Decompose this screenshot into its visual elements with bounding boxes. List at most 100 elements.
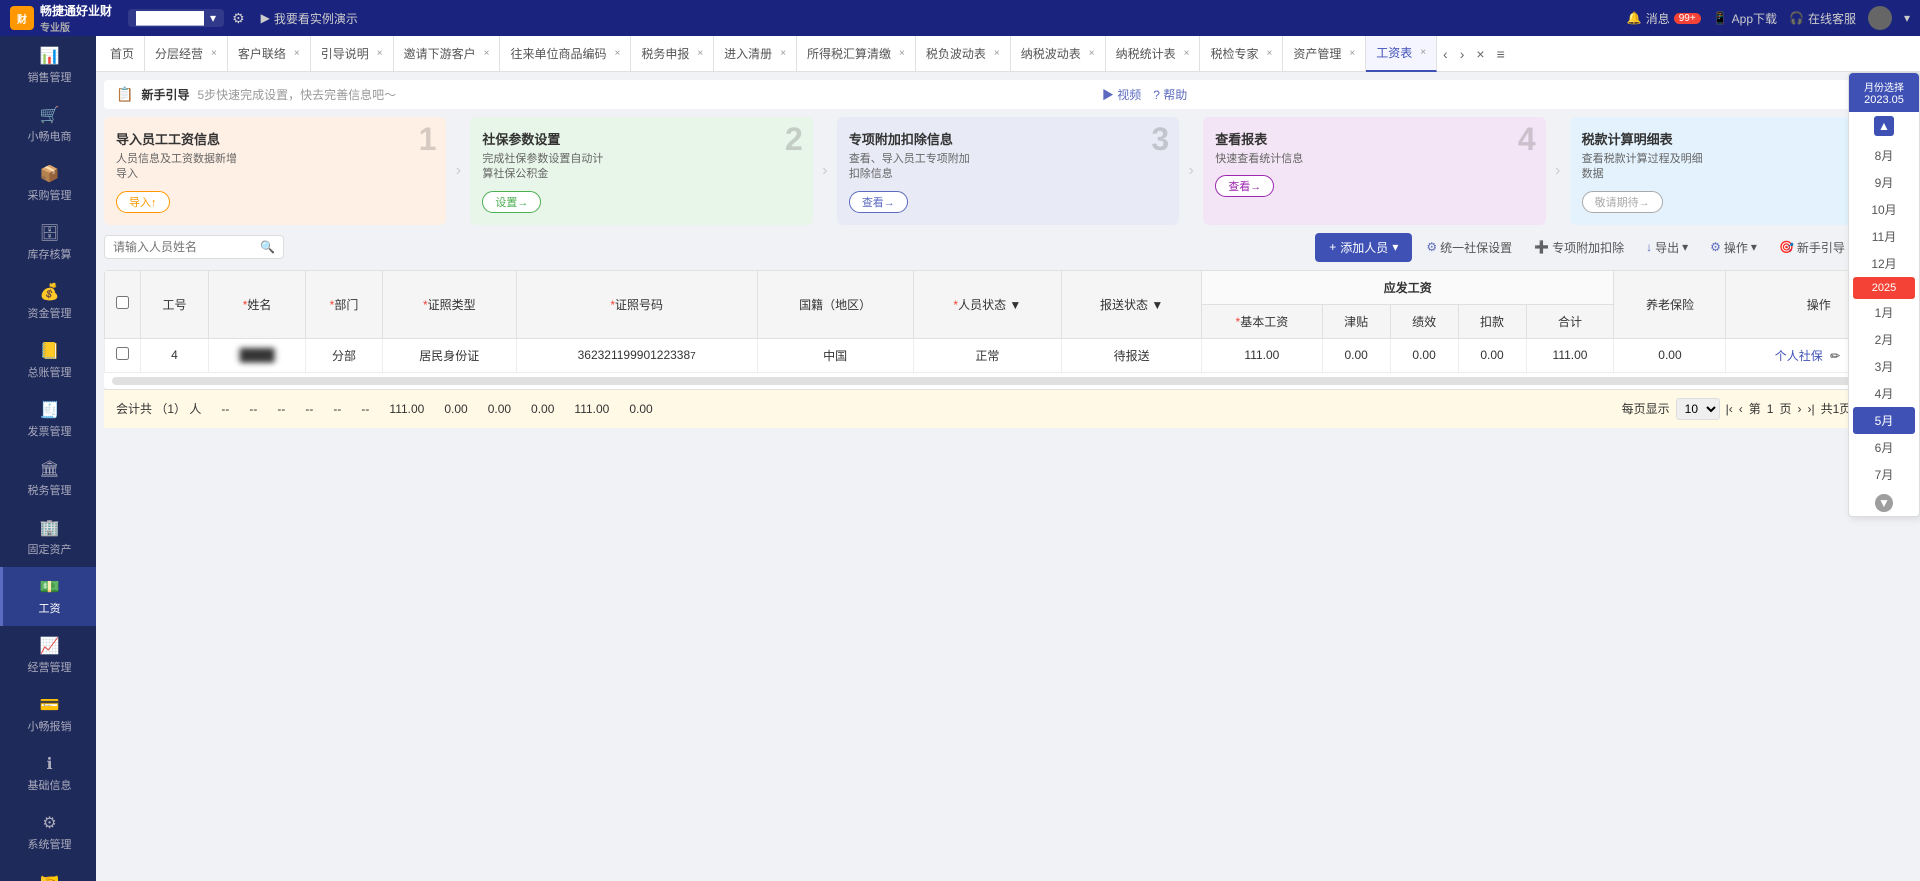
tab-close-tax-burden[interactable]: × xyxy=(994,48,1000,59)
tab-close-layered[interactable]: × xyxy=(211,48,217,59)
tab-payroll[interactable]: 工资表 × xyxy=(1366,36,1437,72)
tab-home[interactable]: 首页 xyxy=(100,36,145,72)
sidebar-item-collab[interactable]: 🤝 企业协同 xyxy=(0,862,96,881)
page-first-button[interactable]: |‹ xyxy=(1726,402,1733,416)
tab-guide-desc[interactable]: 引导说明 × xyxy=(311,36,394,72)
month-item-year-2025[interactable]: 2025 xyxy=(1853,277,1915,299)
tab-tax-stat[interactable]: 纳税统计表 × xyxy=(1106,36,1201,72)
sidebar-item-sales[interactable]: 📊 销售管理 xyxy=(0,36,96,95)
month-nav-down[interactable]: ▼ xyxy=(1875,494,1893,512)
tab-close-tax-expert[interactable]: × xyxy=(1266,48,1272,59)
sidebar-item-ledger[interactable]: 📒 总账管理 xyxy=(0,331,96,390)
add-employee-button[interactable]: + 添加人员 ▾ xyxy=(1315,233,1412,262)
settings-icon[interactable]: ⚙ xyxy=(232,10,245,27)
tab-tax-burden[interactable]: 税负波动表 × xyxy=(916,36,1011,72)
step-btn-1[interactable]: 导入↑ xyxy=(116,191,170,213)
tab-layered[interactable]: 分层经营 × xyxy=(145,36,228,72)
month-item-1[interactable]: 1月 xyxy=(1849,299,1919,326)
month-item-9[interactable]: 9月 xyxy=(1849,169,1919,196)
row-select-checkbox[interactable] xyxy=(116,347,129,360)
online-service-button[interactable]: 🎧 在线客服 xyxy=(1789,10,1856,27)
chevron-down-icon-profile[interactable]: ▾ xyxy=(1904,11,1910,25)
tab-close-all-button[interactable]: × xyxy=(1470,46,1490,62)
tab-close-tax-wave[interactable]: × xyxy=(1089,48,1095,59)
tab-clearance[interactable]: 进入清册 × xyxy=(714,36,797,72)
filter-icon-report[interactable]: ▼ xyxy=(1151,298,1163,312)
step-btn-3[interactable]: 查看→ xyxy=(849,191,908,213)
tab-close-income-tax[interactable]: × xyxy=(899,48,905,59)
month-item-4[interactable]: 4月 xyxy=(1849,380,1919,407)
month-item-11[interactable]: 11月 xyxy=(1849,223,1919,250)
sidebar-item-payroll[interactable]: 💵 工资 xyxy=(0,567,96,626)
new-guide-button[interactable]: 🎯 新手引导 xyxy=(1771,235,1853,260)
month-item-3[interactable]: 3月 xyxy=(1849,353,1919,380)
month-item-6[interactable]: 6月 xyxy=(1849,434,1919,461)
tab-close-asset[interactable]: × xyxy=(1349,48,1355,59)
scroll-track[interactable] xyxy=(112,377,1904,385)
sidebar-item-ecommerce[interactable]: 🛒 小畅电商 xyxy=(0,95,96,154)
special-deduction-button[interactable]: ➕ 专项附加扣除 xyxy=(1526,235,1632,260)
avatar[interactable] xyxy=(1868,6,1892,30)
play-icon: ▶ xyxy=(261,11,270,25)
guide-help-link[interactable]: ? 帮助 xyxy=(1153,86,1187,103)
tab-contact[interactable]: 客户联络 × xyxy=(228,36,311,72)
demo-button[interactable]: ▶ 我要看实例演示 xyxy=(261,10,358,27)
personal-insurance-button[interactable]: 个人社保 xyxy=(1775,349,1823,363)
tab-tax-report[interactable]: 税务申报 × xyxy=(631,36,714,72)
tab-tax-wave[interactable]: 纳税波动表 × xyxy=(1011,36,1106,72)
tab-close-invite[interactable]: × xyxy=(484,48,490,59)
guide-view-link[interactable]: ▶ 视频 xyxy=(1102,86,1141,103)
month-item-10[interactable]: 10月 xyxy=(1849,196,1919,223)
tab-invite[interactable]: 邀请下游客户 × xyxy=(394,36,501,72)
tab-menu-button[interactable]: ≡ xyxy=(1491,46,1511,62)
tab-next-button[interactable]: › xyxy=(1454,46,1471,62)
tab-close-payroll[interactable]: × xyxy=(1420,47,1426,58)
sidebar-item-basic[interactable]: ℹ 基础信息 xyxy=(0,744,96,803)
social-security-settings-button[interactable]: ⚙ 统一社保设置 xyxy=(1418,235,1520,260)
sidebar-item-inventory[interactable]: 🗄 库存核算 xyxy=(0,213,96,272)
operations-button[interactable]: ⚙ 操作 ▾ xyxy=(1702,235,1765,260)
page-prev-button[interactable]: ‹ xyxy=(1739,402,1743,416)
page-last-button[interactable]: ›| xyxy=(1808,402,1815,416)
sidebar-item-purchase[interactable]: 📦 采购管理 xyxy=(0,154,96,213)
sidebar-item-system[interactable]: ⚙ 系统管理 xyxy=(0,803,96,862)
step-btn-2[interactable]: 设置→ xyxy=(482,191,541,213)
month-item-7[interactable]: 7月 xyxy=(1849,461,1919,488)
app-download-button[interactable]: 📱 App下载 xyxy=(1713,10,1777,27)
page-size-select[interactable]: 10 20 50 xyxy=(1676,398,1720,420)
month-nav-up[interactable]: ▲ xyxy=(1874,116,1894,136)
month-item-12[interactable]: 12月 xyxy=(1849,250,1919,277)
tab-close-product[interactable]: × xyxy=(614,48,620,59)
tab-income-tax[interactable]: 所得税汇算清缴 × xyxy=(797,36,916,72)
select-all-checkbox[interactable] xyxy=(116,296,129,309)
company-selector[interactable]: ████████ ▾ xyxy=(128,9,224,27)
horizontal-scrollbar[interactable] xyxy=(104,373,1912,389)
search-icon[interactable]: 🔍 xyxy=(260,240,275,254)
sidebar-item-tax[interactable]: 🏛 税务管理 xyxy=(0,449,96,508)
month-item-2[interactable]: 2月 xyxy=(1849,326,1919,353)
tab-product-code[interactable]: 往来单位商品编码 × xyxy=(500,36,631,72)
tab-close-contact[interactable]: × xyxy=(294,48,300,59)
export-button[interactable]: ↓ 导出 ▾ xyxy=(1638,235,1696,260)
sidebar-item-expense[interactable]: 💳 小畅报销 xyxy=(0,685,96,744)
filter-icon-status[interactable]: ▼ xyxy=(1009,298,1021,312)
page-next-button[interactable]: › xyxy=(1798,402,1802,416)
sidebar-item-assets[interactable]: 🏢 固定资产 xyxy=(0,508,96,567)
step-btn-5[interactable]: 敬请期待→ xyxy=(1582,191,1663,213)
search-input[interactable] xyxy=(113,240,254,254)
tab-close-clearance[interactable]: × xyxy=(780,48,786,59)
tab-prev-button[interactable]: ‹ xyxy=(1437,46,1454,62)
sidebar-item-invoice[interactable]: 🧾 发票管理 xyxy=(0,390,96,449)
month-item-8[interactable]: 8月 xyxy=(1849,142,1919,169)
step-btn-4[interactable]: 查看→ xyxy=(1215,175,1274,197)
tab-close-tax-stat[interactable]: × xyxy=(1184,48,1190,59)
sidebar-item-operations[interactable]: 📈 经营管理 xyxy=(0,626,96,685)
tab-close-tax[interactable]: × xyxy=(697,48,703,59)
month-item-5[interactable]: 5月 xyxy=(1853,407,1915,434)
sidebar-item-finance[interactable]: 💰 资金管理 xyxy=(0,272,96,331)
tab-close-guide[interactable]: × xyxy=(377,48,383,59)
message-button[interactable]: 🔔 消息 99+ xyxy=(1627,10,1701,27)
tab-asset-mgmt[interactable]: 资产管理 × xyxy=(1283,36,1366,72)
tab-tax-expert[interactable]: 税检专家 × xyxy=(1200,36,1283,72)
edit-icon[interactable]: ✏ xyxy=(1830,349,1840,363)
